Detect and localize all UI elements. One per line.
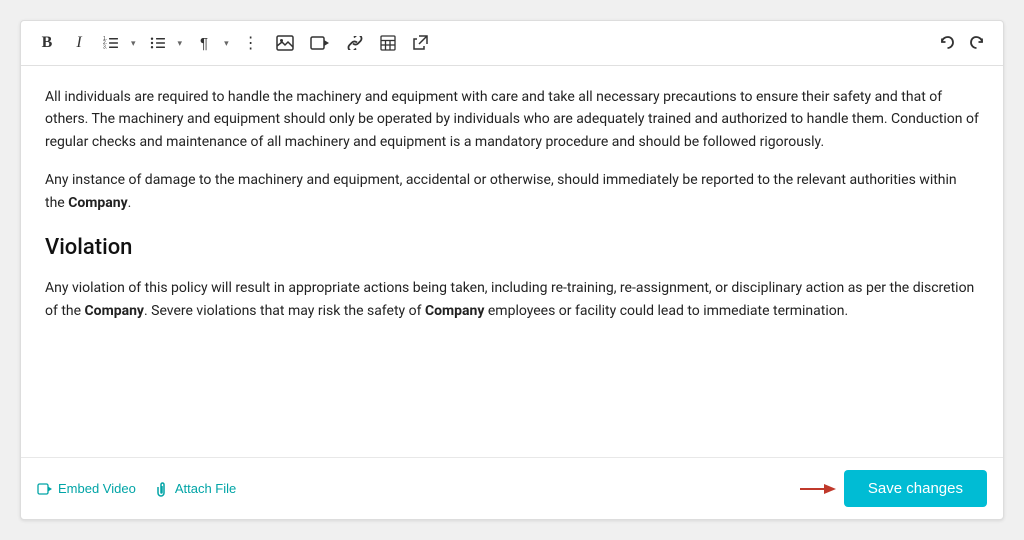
unordered-list-button[interactable] — [144, 29, 172, 57]
more-icon: ⋮ — [243, 33, 260, 53]
embed-button[interactable] — [406, 29, 434, 57]
paragraph-2: Any instance of damage to the machinery … — [45, 169, 979, 214]
undo-button[interactable] — [933, 29, 961, 57]
attach-icon — [156, 481, 170, 497]
attach-file-button[interactable]: Attach File — [156, 481, 236, 497]
save-area: Save changes — [800, 470, 987, 507]
arrow-icon — [800, 479, 836, 499]
paragraph-dropdown-button[interactable]: ▾ — [220, 29, 233, 57]
paragraph-icon: ¶ — [200, 35, 208, 52]
footer-links: Embed Video Attach File — [37, 481, 236, 497]
paragraph-group: ¶ ▾ — [190, 29, 233, 57]
ordered-list-icon: 1. 2. 3. — [103, 35, 119, 51]
video-icon — [310, 36, 330, 50]
paragraph-button[interactable]: ¶ — [190, 29, 218, 57]
external-link-icon — [412, 35, 428, 51]
ordered-list-button[interactable]: 1. 2. 3. — [97, 29, 125, 57]
table-icon — [380, 35, 396, 51]
content-area[interactable]: All individuals are required to handle t… — [21, 66, 1003, 457]
redo-button[interactable] — [963, 29, 991, 57]
ordered-list-dropdown-button[interactable]: ▾ — [127, 29, 140, 57]
undo-redo-group — [933, 29, 991, 57]
image-icon — [276, 35, 294, 51]
table-button[interactable] — [374, 29, 402, 57]
paragraph-1: All individuals are required to handle t… — [45, 86, 979, 153]
embed-video-button[interactable]: Embed Video — [37, 481, 136, 496]
redo-icon — [969, 35, 985, 51]
video-button[interactable] — [304, 29, 336, 57]
image-button[interactable] — [270, 29, 300, 57]
chevron-down-icon: ▾ — [131, 38, 136, 49]
save-changes-button[interactable]: Save changes — [844, 470, 987, 507]
svg-text:3.: 3. — [103, 44, 107, 50]
link-button[interactable] — [340, 29, 370, 57]
link-icon — [346, 36, 364, 50]
chevron-down-icon: ▾ — [224, 38, 229, 49]
unordered-list-icon — [150, 35, 166, 51]
unordered-list-dropdown-button[interactable]: ▾ — [174, 29, 187, 57]
more-options-button[interactable]: ⋮ — [237, 29, 266, 57]
paragraph-3: Any violation of this policy will result… — [45, 277, 979, 322]
chevron-down-icon: ▾ — [178, 38, 183, 49]
editor-container: B I 1. 2. 3. ▾ — [20, 20, 1004, 520]
video-small-icon — [37, 483, 53, 495]
italic-icon: I — [76, 34, 81, 52]
undo-icon — [939, 35, 955, 51]
unordered-list-group: ▾ — [144, 29, 187, 57]
bold-button[interactable]: B — [33, 29, 61, 57]
footer: Embed Video Attach File Save changes — [21, 457, 1003, 519]
ordered-list-group: 1. 2. 3. ▾ — [97, 29, 140, 57]
violation-heading: Violation — [45, 230, 979, 265]
bold-icon: B — [42, 34, 53, 52]
italic-button[interactable]: I — [65, 29, 93, 57]
toolbar: B I 1. 2. 3. ▾ — [21, 21, 1003, 66]
